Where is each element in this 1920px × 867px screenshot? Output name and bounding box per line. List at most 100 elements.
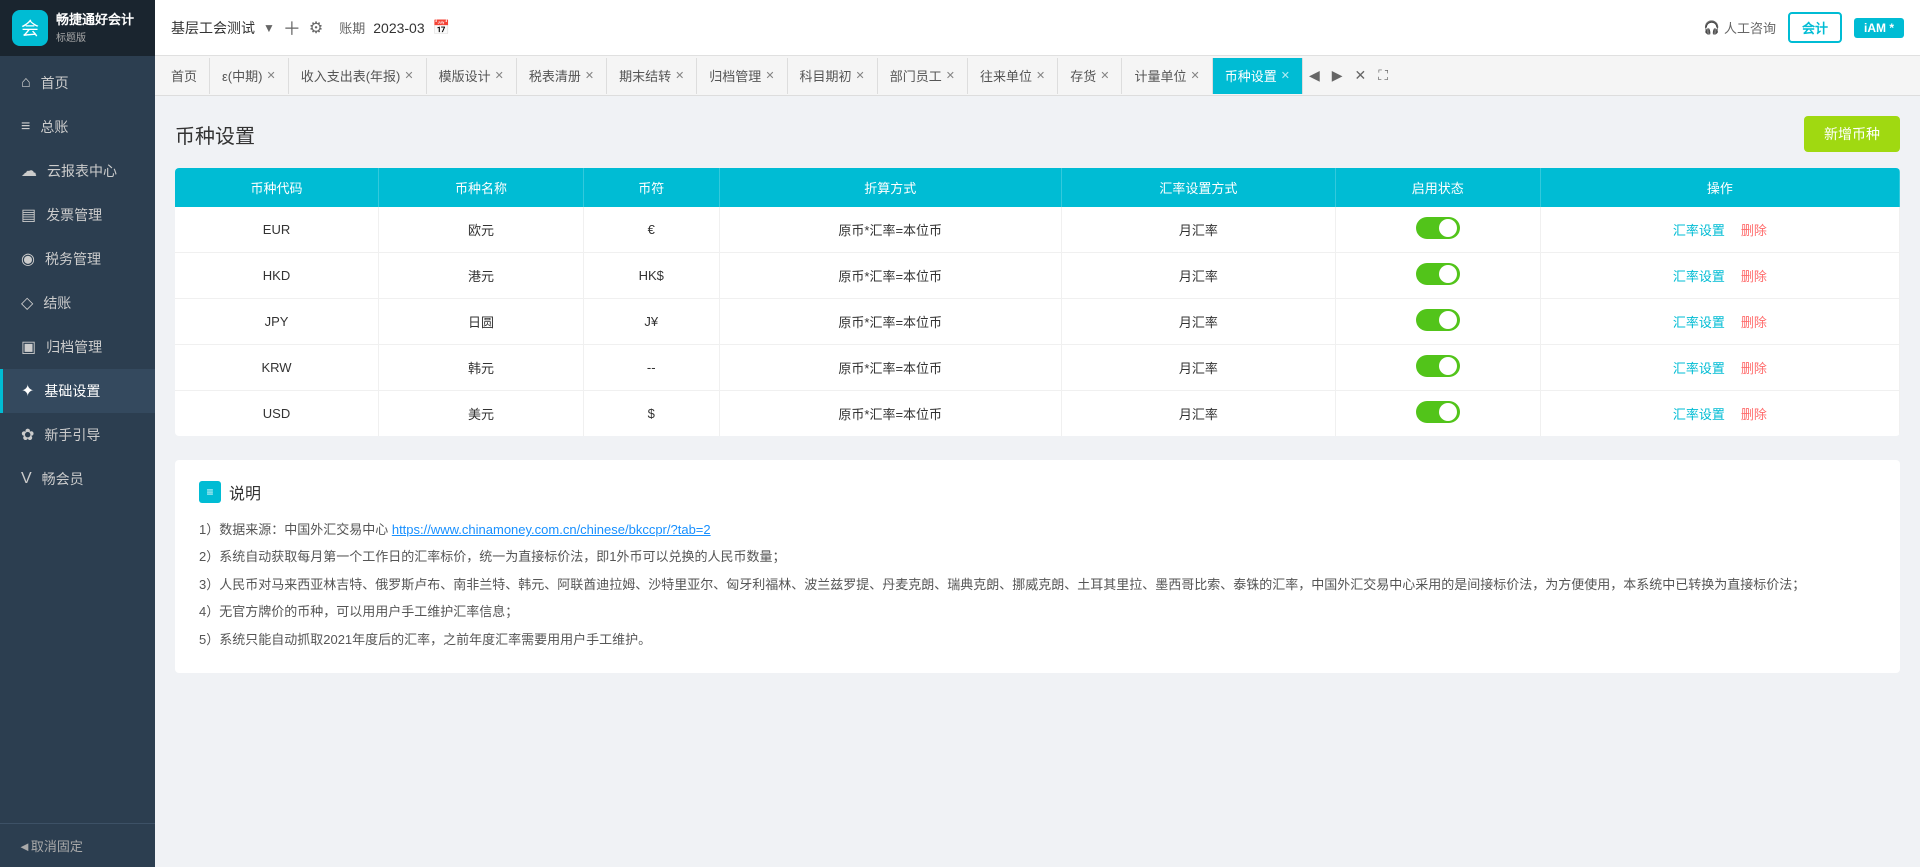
sidebar-item-tax[interactable]: ◉ 税务管理	[0, 237, 155, 281]
cell-rate-method: 月汇率	[1061, 207, 1335, 253]
toggle-enabled[interactable]	[1416, 217, 1460, 239]
tab-archive[interactable]: 归档管理 ✕	[697, 58, 787, 94]
tab-dept-label: 部门员工	[890, 66, 942, 85]
tab-income[interactable]: 收入支出表(年报) ✕	[289, 58, 427, 94]
tab-contacts[interactable]: 往来单位 ✕	[968, 58, 1058, 94]
account-label: 会计	[1802, 21, 1828, 36]
table-row: KRW韩元--原币*汇率=本位币月汇率汇率设置删除	[175, 345, 1900, 391]
tab-inventory-close[interactable]: ✕	[1100, 69, 1109, 82]
page-title: 币种设置	[175, 120, 255, 149]
service-button[interactable]: 🎧 人工咨询	[1704, 18, 1776, 37]
sidebar-item-label: 归档管理	[46, 337, 102, 357]
delete-link[interactable]: 删除	[1741, 315, 1767, 330]
rate-settings-link[interactable]: 汇率设置	[1673, 407, 1725, 422]
sidebar-item-label: 结账	[43, 293, 71, 313]
tab-tax-clear[interactable]: 税表清册 ✕	[517, 58, 607, 94]
tab-contacts-close[interactable]: ✕	[1036, 69, 1045, 82]
cell-conversion: 原币*汇率=本位币	[719, 299, 1061, 345]
cell-symbol: J¥	[583, 299, 719, 345]
tab-template-close[interactable]: ✕	[495, 69, 504, 82]
sidebar-item-label: 基础设置	[44, 381, 100, 401]
tab-currency-close[interactable]: ✕	[1281, 69, 1290, 82]
sidebar-item-home[interactable]: ⌂ 首页	[0, 61, 155, 105]
tab-template[interactable]: 模版设计 ✕	[427, 58, 517, 94]
sidebar-item-checkout[interactable]: ◇ 结账	[0, 281, 155, 325]
sidebar-item-label: 云报表中心	[47, 161, 117, 181]
rate-settings-link[interactable]: 汇率设置	[1673, 361, 1725, 376]
tab-period-end-close[interactable]: ✕	[675, 69, 684, 82]
cell-name: 欧元	[379, 207, 584, 253]
rate-settings-link[interactable]: 汇率设置	[1673, 315, 1725, 330]
tab-subjects[interactable]: 科目期初 ✕	[788, 58, 878, 94]
col-symbol: 币符	[583, 168, 719, 207]
cell-conversion: 原币*汇率=本位币	[719, 253, 1061, 299]
invoice-icon: ▤	[21, 205, 36, 225]
page-title-row: 币种设置 新增币种	[175, 116, 1900, 152]
new-currency-button[interactable]: 新增币种	[1804, 116, 1900, 152]
sidebar-item-label: 畅会员	[42, 469, 84, 489]
col-name: 币种名称	[379, 168, 584, 207]
tab-template-label: 模版设计	[439, 66, 491, 85]
cell-code: USD	[175, 391, 379, 437]
tab-unit-close[interactable]: ✕	[1190, 69, 1199, 82]
sidebar-item-vip[interactable]: V 畅会员	[0, 457, 155, 501]
sidebar-item-invoice[interactable]: ▤ 发票管理	[0, 193, 155, 237]
toggle-enabled[interactable]	[1416, 355, 1460, 377]
sidebar-item-settings[interactable]: ✦ 基础设置	[0, 369, 155, 413]
cell-code: JPY	[175, 299, 379, 345]
tab-period[interactable]: ε(中期) ✕	[210, 58, 289, 94]
tab-expand[interactable]: ⛶	[1372, 58, 1394, 94]
tab-unit[interactable]: 计量单位 ✕	[1122, 58, 1212, 94]
tab-tax-clear-label: 税表清册	[529, 66, 581, 85]
tab-period-close[interactable]: ✕	[266, 69, 275, 82]
col-rate-method: 汇率设置方式	[1061, 168, 1335, 207]
tab-currency[interactable]: 币种设置 ✕	[1213, 58, 1303, 94]
tab-dept[interactable]: 部门员工 ✕	[878, 58, 968, 94]
delete-link[interactable]: 删除	[1741, 223, 1767, 238]
rate-settings-link[interactable]: 汇率设置	[1673, 223, 1725, 238]
col-action: 操作	[1540, 168, 1899, 207]
tab-subjects-close[interactable]: ✕	[856, 69, 865, 82]
delete-link[interactable]: 删除	[1741, 407, 1767, 422]
logo-text: 畅捷通好会计 标题版	[56, 12, 134, 44]
cell-status	[1335, 299, 1540, 345]
sidebar-item-archive[interactable]: ▣ 归档管理	[0, 325, 155, 369]
rate-settings-link[interactable]: 汇率设置	[1673, 269, 1725, 284]
tab-home[interactable]: 首页	[159, 58, 210, 94]
tab-nav-next[interactable]: ▶	[1326, 58, 1349, 94]
notes-title-label: 说明	[229, 480, 261, 504]
tab-income-close[interactable]: ✕	[404, 69, 413, 82]
tab-inventory[interactable]: 存货 ✕	[1058, 58, 1122, 94]
main-nav: ⌂ 首页 ≡ 总账 ☁ 云报表中心 ▤ 发票管理 ◉ 税务管理 ◇ 结账 ▣ 归…	[0, 56, 155, 823]
tab-period-end[interactable]: 期末结转 ✕	[607, 58, 697, 94]
tab-subjects-label: 科目期初	[800, 66, 852, 85]
sidebar-item-reports[interactable]: ☁ 云报表中心	[0, 149, 155, 193]
toggle-enabled[interactable]	[1416, 309, 1460, 331]
tab-dept-close[interactable]: ✕	[946, 69, 955, 82]
sidebar-item-ledger[interactable]: ≡ 总账	[0, 105, 155, 149]
cell-status	[1335, 345, 1540, 391]
unpin-button[interactable]: ◄取消固定	[0, 823, 155, 867]
toggle-enabled[interactable]	[1416, 263, 1460, 285]
toggle-enabled[interactable]	[1416, 401, 1460, 423]
tab-archive-close[interactable]: ✕	[765, 69, 774, 82]
table-row: JPY日圆J¥原币*汇率=本位币月汇率汇率设置删除	[175, 299, 1900, 345]
notes-link[interactable]: https://www.chinamoney.com.cn/chinese/bk…	[392, 522, 711, 537]
user-badge[interactable]: iAM *	[1854, 18, 1904, 38]
cell-symbol: €	[583, 207, 719, 253]
delete-link[interactable]: 删除	[1741, 269, 1767, 284]
account-button[interactable]: 会计	[1788, 12, 1842, 43]
tab-archive-label: 归档管理	[709, 66, 761, 85]
delete-link[interactable]: 删除	[1741, 361, 1767, 376]
add-company-icon[interactable]: ＋	[283, 15, 301, 41]
sidebar-item-guide[interactable]: ✿ 新手引导	[0, 413, 155, 457]
sidebar: 会 畅捷通好会计 标题版 ⌂ 首页 ≡ 总账 ☁ 云报表中心 ▤ 发票管理 ◉ …	[0, 0, 155, 867]
calendar-icon[interactable]: 📅	[433, 19, 450, 36]
tab-nav-prev[interactable]: ◀	[1303, 58, 1326, 94]
col-conversion: 折算方式	[719, 168, 1061, 207]
company-dropdown-icon[interactable]: ▼	[263, 21, 275, 35]
guide-icon: ✿	[21, 425, 34, 445]
header-settings-icon[interactable]: ⚙	[309, 18, 323, 38]
tab-close-all[interactable]: ✕	[1349, 58, 1373, 94]
tab-tax-clear-close[interactable]: ✕	[585, 69, 594, 82]
